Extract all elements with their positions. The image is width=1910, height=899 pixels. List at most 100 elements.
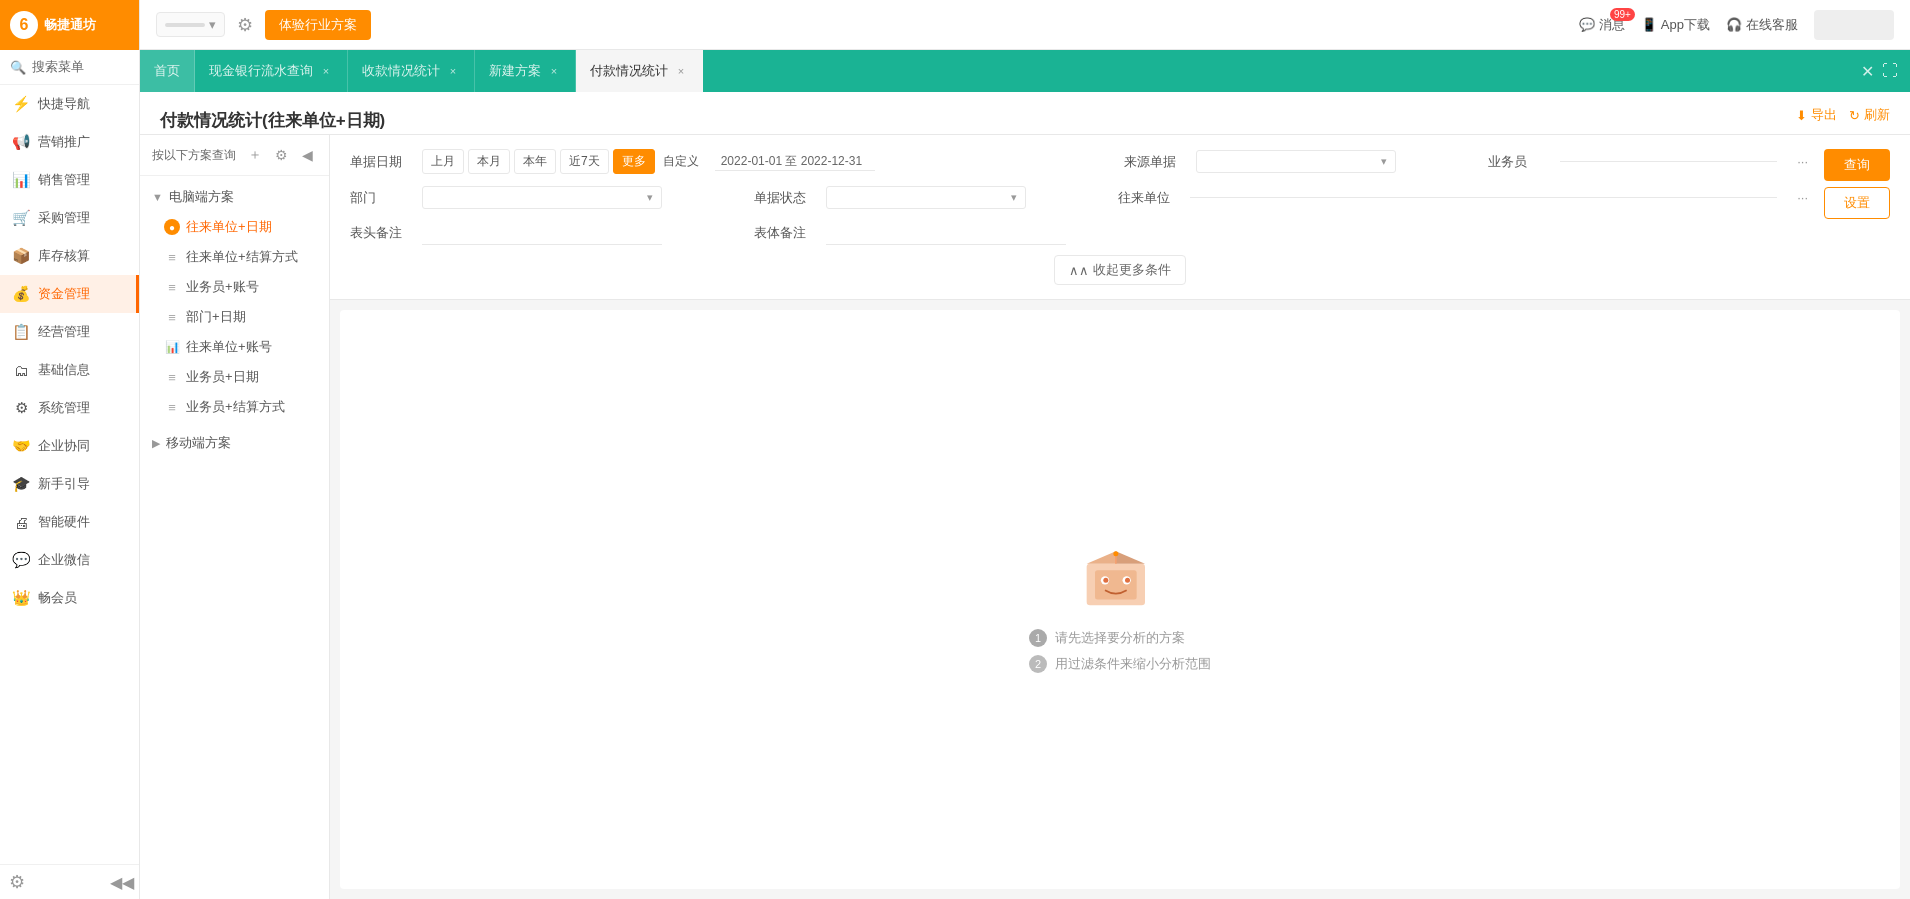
sidebar-item-sales[interactable]: 📊 销售管理 [0,161,139,199]
app-download-btn[interactable]: 📱 App下载 [1641,16,1710,34]
logo-icon: 6 [10,11,38,39]
sidebar-item-hardware[interactable]: 🖨 智能硬件 [0,503,139,541]
bottom-collapse-icon[interactable]: ◀◀ [113,873,131,891]
scheme-table-icon: ≡ [164,309,180,325]
desktop-chevron-icon: ▼ [152,191,163,203]
header-note-input[interactable] [422,221,662,245]
date-btn-this-year[interactable]: 本年 [514,149,556,174]
partner-label: 往来单位 [1118,189,1174,207]
sidebar-item-quick-nav[interactable]: ⚡ 快捷导航 [0,85,139,123]
sidebar-bottom: ⚙ ◀◀ [0,864,139,899]
topbar-settings-icon[interactable]: ⚙ [237,14,253,36]
refresh-btn[interactable]: ↻ 刷新 [1849,106,1890,124]
bottom-settings-icon[interactable]: ⚙ [8,873,26,891]
sidebar-item-inventory[interactable]: 📦 库存核算 [0,237,139,275]
svg-point-9 [1113,551,1118,556]
sidebar-search[interactable]: 🔍 搜索菜单 [0,50,139,85]
scheme-salesman-date[interactable]: ≡ 业务员+日期 [140,362,329,392]
source-select[interactable]: ▾ [1196,150,1396,173]
sidebar-item-purchase[interactable]: 🛒 采购管理 [0,199,139,237]
desktop-section-header[interactable]: ▼ 电脑端方案 [140,182,329,212]
sidebar-item-label: 基础信息 [38,361,90,379]
tab-receipt-stat-close[interactable]: × [446,64,460,78]
tab-bank-flow[interactable]: 现金银行流水查询 × [195,50,348,92]
left-panel-icons: ＋ ⚙ ◀ [245,145,317,165]
tab-receipt-stat[interactable]: 收款情况统计 × [348,50,475,92]
scheme-settings-btn[interactable]: ⚙ [271,145,291,165]
date-range-input[interactable] [715,152,875,171]
sidebar-item-newbie[interactable]: 🎓 新手引导 [0,465,139,503]
date-btn-7days[interactable]: 近7天 [560,149,609,174]
collapse-more-btn[interactable]: ∧∧ 收起更多条件 [1054,255,1186,285]
desktop-section-label: 电脑端方案 [169,188,234,206]
voucher-status-select[interactable]: ▾ [826,186,1026,209]
refresh-label: 刷新 [1864,106,1890,124]
enterprise-icon: 🤝 [12,437,30,455]
tab-payment-stat-close[interactable]: × [674,64,688,78]
export-btn[interactable]: ⬇ 导出 [1796,106,1837,124]
filter-settings-btn[interactable]: 设置 [1824,187,1890,219]
scheme-dept-date[interactable]: ≡ 部门+日期 [140,302,329,332]
date-buttons: 上月 本月 本年 近7天 更多 自定义 [422,149,699,174]
purchase-icon: 🛒 [12,209,30,227]
tabbar-controls: ✕ ⛶ [1849,50,1910,92]
filter-row-2: 部门 ▾ 单据状态 ▾ 往来单位 [350,186,1808,209]
download-icon: 📱 [1641,17,1657,32]
sidebar-item-marketing[interactable]: 📢 营销推广 [0,123,139,161]
body-note-input[interactable] [826,221,1066,245]
tab-home[interactable]: 首页 [140,50,195,92]
svg-rect-3 [1095,570,1137,599]
tab-new-scheme-close[interactable]: × [547,64,561,78]
sidebar-item-label: 快捷导航 [38,95,90,113]
scheme-table-icon: ≡ [164,369,180,385]
member-icon: 👑 [12,589,30,607]
logo-text: 畅捷通坊 [44,17,96,33]
search-icon: 🔍 [10,60,26,75]
user-avatar[interactable] [1814,10,1894,40]
sidebar-item-operation[interactable]: 📋 经营管理 [0,313,139,351]
salesman-dots[interactable]: ··· [1797,154,1808,169]
partner-dots[interactable]: ··· [1797,190,1808,205]
finance-icon: 💰 [12,285,30,303]
tab-bank-flow-close[interactable]: × [319,64,333,78]
service-icon: 🎧 [1726,17,1742,32]
sidebar-item-wechat[interactable]: 💬 企业微信 [0,541,139,579]
scheme-active-icon: ● [164,219,180,235]
left-panel-collapse-btn[interactable]: ◀ [297,145,317,165]
online-service-btn[interactable]: 🎧 在线客服 [1726,16,1798,34]
company-selector[interactable]: ▾ [156,12,225,37]
query-btn[interactable]: 查询 [1824,149,1890,181]
trial-btn[interactable]: 体验行业方案 [265,10,371,40]
dept-select[interactable]: ▾ [422,186,662,209]
marketing-icon: 📢 [12,133,30,151]
maximize-btn[interactable]: ⛶ [1882,62,1898,80]
sidebar-item-label: 畅会员 [38,589,77,607]
sidebar-item-basic[interactable]: 🗂 基础信息 [0,351,139,389]
sidebar-item-enterprise[interactable]: 🤝 企业协同 [0,427,139,465]
date-btn-more[interactable]: 更多 [613,149,655,174]
empty-state: 1 请先选择要分析的方案 2 用过滤条件来缩小分析范围 [989,487,1251,713]
sidebar-item-system[interactable]: ⚙ 系统管理 [0,389,139,427]
sidebar-item-finance[interactable]: 💰 资金管理 [0,275,139,313]
message-badge: 99+ [1610,8,1635,21]
message-btn[interactable]: 💬 消息 99+ [1579,16,1625,34]
scheme-partner-payment[interactable]: ≡ 往来单位+结算方式 [140,242,329,272]
collapse-btn-wrapper: ∧∧ 收起更多条件 [350,255,1890,285]
hint-text-2: 用过滤条件来缩小分析范围 [1055,655,1211,673]
mobile-section-header[interactable]: ▶ 移动端方案 [140,428,329,458]
search-label: 搜索菜单 [32,58,84,76]
scheme-salesman-payment[interactable]: ≡ 业务员+结算方式 [140,392,329,422]
scheme-partner-date[interactable]: ● 往来单位+日期 [140,212,329,242]
sidebar-item-member[interactable]: 👑 畅会员 [0,579,139,617]
tab-home-label: 首页 [154,62,180,80]
date-btn-last-month[interactable]: 上月 [422,149,464,174]
scheme-label: 业务员+结算方式 [186,398,285,416]
close-all-tabs-btn[interactable]: ✕ [1861,62,1874,81]
scheme-partner-account[interactable]: 📊 往来单位+账号 [140,332,329,362]
tab-new-scheme[interactable]: 新建方案 × [475,50,576,92]
sidebar-item-label: 企业协同 [38,437,90,455]
scheme-salesman-account[interactable]: ≡ 业务员+账号 [140,272,329,302]
tab-payment-stat[interactable]: 付款情况统计 × [576,50,703,92]
add-scheme-btn[interactable]: ＋ [245,145,265,165]
date-btn-this-month[interactable]: 本月 [468,149,510,174]
